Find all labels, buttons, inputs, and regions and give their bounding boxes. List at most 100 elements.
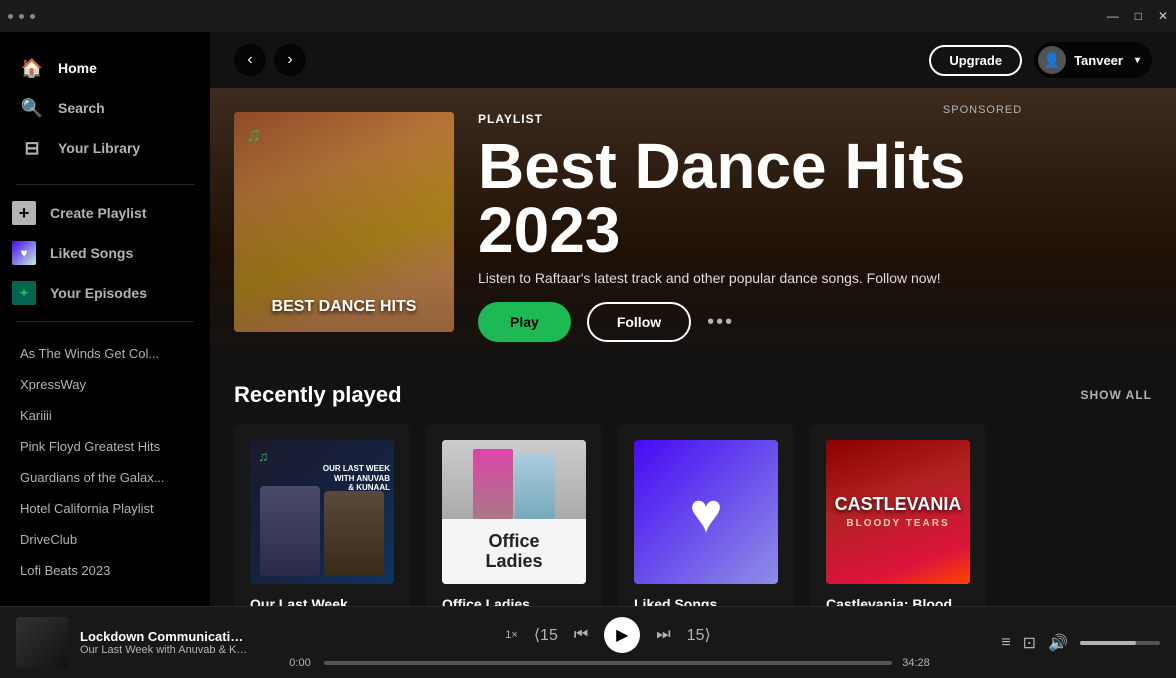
- hero-image-text: BEST DANCE HITS: [272, 298, 417, 316]
- playlist-list: As The Winds Get Col... XpressWay Kariii…: [0, 330, 210, 594]
- castlevania-title-text: CASTLEVANIA: [835, 495, 962, 515]
- liked-songs-label: Liked Songs: [50, 245, 133, 261]
- player-bar: Lockdown Communication Breakdo... Our La…: [0, 606, 1176, 678]
- player-track-artist: Our Last Week with Anuvab & Kunaal (Engl…: [80, 644, 250, 656]
- user-chevron-icon: ▾: [1135, 55, 1140, 66]
- top-bar: ‹ › Upgrade 👤 Tanveer ▾: [210, 32, 1176, 88]
- next-button[interactable]: ⏭: [656, 626, 670, 644]
- sidebar-item-search-label: Search: [58, 100, 105, 116]
- upgrade-button[interactable]: Upgrade: [929, 45, 1022, 76]
- volume-fill: [1080, 641, 1136, 645]
- library-icon: ⊟: [20, 136, 44, 160]
- top-bar-right: Upgrade 👤 Tanveer ▾: [929, 42, 1152, 78]
- search-icon: 🔍: [20, 96, 44, 120]
- host-figure-1: [260, 486, 320, 576]
- card-title: Our Last Week: [250, 596, 394, 606]
- card-liked-songs[interactable]: ♥ Liked Songs Playlist: [618, 424, 794, 606]
- card-office-ladies[interactable]: OfficeLadies Office Ladies Podcast: [426, 424, 602, 606]
- title-bar-dot: [8, 14, 13, 19]
- back-button[interactable]: ‹: [234, 44, 266, 76]
- list-item[interactable]: Guardians of the Galax...: [0, 462, 210, 493]
- card-title: Liked Songs: [634, 596, 778, 606]
- maximize-button[interactable]: □: [1135, 9, 1142, 23]
- hero-sponsored: SPONSORED: [943, 104, 1022, 116]
- sidebar-item-home[interactable]: 🏠 Home: [8, 48, 202, 88]
- spotify-mini-icon: ♫: [258, 448, 269, 464]
- card-image-podcast: ♫ OUR LAST WEEKWITH ANUVAB& KUNAAL: [250, 440, 394, 584]
- minimize-button[interactable]: —: [1107, 9, 1119, 23]
- sidebar-divider-2: [16, 321, 194, 322]
- podcast-hosts: [250, 440, 394, 584]
- your-episodes-icon: ✦: [12, 281, 36, 305]
- hero-title-line2: 2023: [478, 194, 620, 266]
- card-title: Castlevania: Bloody Tears: [826, 596, 970, 606]
- time-current: 0:00: [284, 657, 316, 669]
- volume-button[interactable]: 🔊: [1048, 633, 1068, 653]
- spotify-logo-icon: ♫: [246, 124, 261, 147]
- create-playlist-icon: +: [12, 201, 36, 225]
- player-buttons: 1× ⟨15 ⏮ ▶ ⏭ 15⟩: [505, 617, 710, 653]
- list-item[interactable]: DriveClub: [0, 524, 210, 555]
- liked-songs-action[interactable]: ♥ Liked Songs: [0, 233, 210, 273]
- title-bar: — □ ✕: [0, 0, 1176, 32]
- hero-tag: PLAYLIST: [478, 112, 543, 126]
- list-item[interactable]: Lofi Beats 2023: [0, 555, 210, 586]
- liked-songs-icon: ♥: [12, 241, 36, 265]
- title-bar-dot: [30, 14, 35, 19]
- your-episodes-label: Your Episodes: [50, 285, 147, 301]
- app-body: 🏠 Home 🔍 Search ⊟ Your Library + Create …: [0, 32, 1176, 606]
- user-name-label: Tanveer: [1074, 53, 1123, 68]
- volume-bar[interactable]: [1080, 641, 1160, 645]
- follow-button[interactable]: Follow: [587, 302, 691, 342]
- your-episodes-action[interactable]: ✦ Your Episodes: [0, 273, 210, 313]
- list-item[interactable]: Pink Floyd Greatest Hits: [0, 431, 210, 462]
- previous-button[interactable]: ⏮: [574, 626, 588, 644]
- castlevania-content: CASTLEVANIA BLOODY TEARS: [826, 440, 970, 584]
- card-our-last-week[interactable]: ♫ OUR LAST WEEKWITH ANUVAB& KUNAAL Our L…: [234, 424, 410, 606]
- title-bar-dot: [19, 14, 24, 19]
- cards-grid: ♫ OUR LAST WEEKWITH ANUVAB& KUNAAL Our L…: [234, 424, 1152, 606]
- hero-playlist-image: ♫ BEST DANCE HITS: [234, 112, 454, 332]
- progress-row: 0:00 34:28: [284, 657, 932, 669]
- office-card-content: OfficeLadies: [442, 440, 586, 584]
- hero-actions: Play Follow •••: [478, 302, 1022, 342]
- list-item[interactable]: Kariiii: [0, 400, 210, 431]
- card-image-office: OfficeLadies: [442, 440, 586, 584]
- speed-button[interactable]: 1×: [505, 629, 518, 641]
- more-options-button[interactable]: •••: [707, 311, 734, 334]
- sidebar-item-library-label: Your Library: [58, 140, 140, 156]
- show-all-button[interactable]: Show all: [1080, 388, 1152, 402]
- create-playlist-action[interactable]: + Create Playlist: [0, 193, 210, 233]
- user-menu-button[interactable]: 👤 Tanveer ▾: [1034, 42, 1152, 78]
- queue-button[interactable]: ≡: [1001, 634, 1010, 652]
- player-thumb-image: [16, 617, 68, 669]
- sidebar-divider: [16, 184, 194, 185]
- hero-title-line1: Best Dance Hits: [478, 130, 965, 202]
- title-bar-dots: [8, 14, 35, 19]
- user-avatar: 👤: [1038, 46, 1066, 74]
- list-item[interactable]: XpressWay: [0, 369, 210, 400]
- player-right: ≡ ⊡ 🔊: [940, 633, 1160, 653]
- play-pause-button[interactable]: ▶: [604, 617, 640, 653]
- card-title: Office Ladies: [442, 596, 586, 606]
- card-castlevania[interactable]: CASTLEVANIA BLOODY TEARS Castlevania: Bl…: [810, 424, 986, 606]
- title-bar-controls: — □ ✕: [1107, 9, 1168, 23]
- skip-back-15-button[interactable]: ⟨15: [534, 625, 558, 645]
- forward-button[interactable]: ›: [274, 44, 306, 76]
- recently-played-section: Recently played Show all ♫ OUR LAST WEEK…: [210, 366, 1176, 606]
- create-playlist-label: Create Playlist: [50, 205, 147, 221]
- castlevania-subtitle-text: BLOODY TEARS: [846, 518, 949, 529]
- sidebar-item-library[interactable]: ⊟ Your Library: [8, 128, 202, 168]
- list-item[interactable]: Hotel California Playlist: [0, 493, 210, 524]
- list-item[interactable]: As The Winds Get Col...: [0, 338, 210, 369]
- home-icon: 🏠: [20, 56, 44, 80]
- progress-bar[interactable]: [324, 661, 892, 665]
- hero-title: Best Dance Hits 2023: [478, 134, 1022, 262]
- devices-button[interactable]: ⊡: [1023, 633, 1036, 653]
- main-content: ‹ › Upgrade 👤 Tanveer ▾ ♫ BEST DANCE HIT…: [210, 32, 1176, 606]
- host-figure-2: [324, 491, 384, 576]
- close-button[interactable]: ✕: [1158, 9, 1168, 23]
- play-button[interactable]: Play: [478, 302, 571, 342]
- sidebar-item-search[interactable]: 🔍 Search: [8, 88, 202, 128]
- skip-forward-15-button[interactable]: 15⟩: [687, 625, 711, 645]
